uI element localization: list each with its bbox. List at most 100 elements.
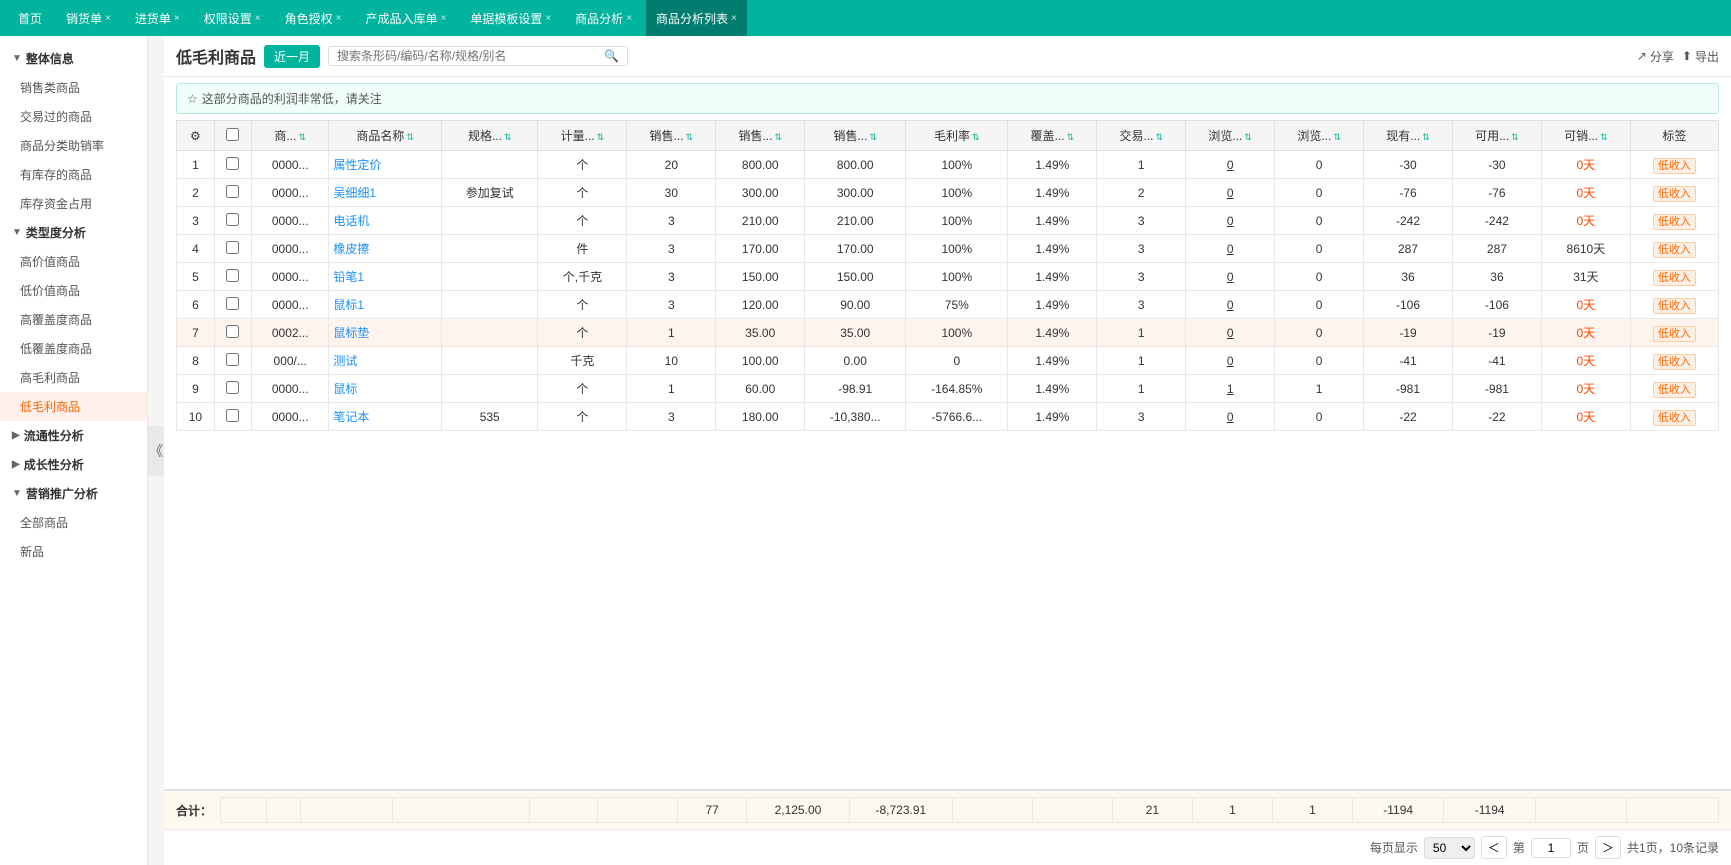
search-input[interactable] xyxy=(337,49,604,63)
col-code[interactable]: 商...⇅ xyxy=(252,121,329,151)
nav-product-analysis-list[interactable]: 商品分析列表 × xyxy=(646,0,747,36)
sidebar-item-new-products[interactable]: 新品 xyxy=(0,537,147,566)
row-view1[interactable]: 0 xyxy=(1186,291,1275,319)
sidebar-item-all-products[interactable]: 全部商品 xyxy=(0,508,147,537)
nav-purchase[interactable]: 进货单 × xyxy=(125,0,190,36)
col-view1[interactable]: 浏览...⇅ xyxy=(1186,121,1275,151)
nav-product-analysis[interactable]: 商品分析 × xyxy=(565,0,642,36)
row-view1[interactable]: 0 xyxy=(1186,263,1275,291)
nav-close-product-analysis[interactable]: × xyxy=(626,13,632,24)
sidebar-item-high-gross[interactable]: 高毛利商品 xyxy=(0,363,147,392)
sidebar-item-high-coverage[interactable]: 高覆盖度商品 xyxy=(0,305,147,334)
row-check[interactable] xyxy=(214,403,251,431)
share-button[interactable]: ↗ 分享 xyxy=(1637,48,1674,65)
row-name[interactable]: 鼠标垫 xyxy=(329,319,442,347)
sidebar-item-sales-products[interactable]: 销售类商品 xyxy=(0,73,147,102)
row-name[interactable]: 属性定价 xyxy=(329,151,442,179)
row-name[interactable]: 铅笔1 xyxy=(329,263,442,291)
sidebar-group-type-analysis[interactable]: ▼ 类型度分析 xyxy=(0,218,147,247)
sidebar-item-traded-products[interactable]: 交易过的商品 xyxy=(0,102,147,131)
nav-product-storage[interactable]: 产成品入库单 × xyxy=(355,0,456,36)
row-name[interactable]: 笔记本 xyxy=(329,403,442,431)
row-check[interactable] xyxy=(214,263,251,291)
nav-close-role[interactable]: × xyxy=(336,13,342,24)
row-check[interactable] xyxy=(214,235,251,263)
col-gross-rate[interactable]: 毛利率⇅ xyxy=(906,121,1008,151)
nav-close-product-analysis-list[interactable]: × xyxy=(731,13,737,24)
col-current[interactable]: 现有...⇅ xyxy=(1364,121,1453,151)
nav-close-product-storage[interactable]: × xyxy=(440,13,446,24)
sidebar-group-growth[interactable]: ▶ 成长性分析 xyxy=(0,450,147,479)
row-view1[interactable]: 0 xyxy=(1186,347,1275,375)
col-view2[interactable]: 浏览...⇅ xyxy=(1275,121,1364,151)
col-sale-price[interactable]: 销售...⇅ xyxy=(716,121,805,151)
col-settings[interactable]: ⚙ xyxy=(177,121,215,151)
sidebar-item-low-value[interactable]: 低价值商品 xyxy=(0,276,147,305)
row-check[interactable] xyxy=(214,207,251,235)
page-number-input[interactable] xyxy=(1531,838,1571,858)
footer-view2: 1 xyxy=(1272,798,1352,823)
col-sale-amount[interactable]: 销售...⇅ xyxy=(805,121,906,151)
row-check[interactable] xyxy=(214,319,251,347)
col-spec[interactable]: 规格...⇅ xyxy=(441,121,537,151)
sidebar-item-low-gross[interactable]: 低毛利商品 xyxy=(0,392,147,421)
nav-home[interactable]: 首页 xyxy=(8,0,52,36)
page-size-select[interactable]: 50 100 200 xyxy=(1424,837,1475,859)
row-check[interactable] xyxy=(214,291,251,319)
footer-label: 合计： xyxy=(176,802,212,819)
row-view1[interactable]: 0 xyxy=(1186,319,1275,347)
row-view1[interactable]: 0 xyxy=(1186,235,1275,263)
sidebar-item-in-stock[interactable]: 有库存的商品 xyxy=(0,160,147,189)
nav-close-template[interactable]: × xyxy=(545,13,551,24)
period-button[interactable]: 近一月 xyxy=(264,45,320,68)
row-name[interactable]: 鼠标1 xyxy=(329,291,442,319)
col-trade[interactable]: 交易...⇅ xyxy=(1097,121,1186,151)
row-view1[interactable]: 1 xyxy=(1186,375,1275,403)
row-name[interactable]: 橡皮擦 xyxy=(329,235,442,263)
row-check[interactable] xyxy=(214,151,251,179)
select-all-checkbox[interactable] xyxy=(226,128,239,141)
row-sale-amount: 150.00 xyxy=(805,263,906,291)
sidebar-item-low-coverage[interactable]: 低覆盖度商品 xyxy=(0,334,147,363)
col-saleable[interactable]: 可销...⇅ xyxy=(1541,121,1630,151)
row-view1[interactable]: 0 xyxy=(1186,179,1275,207)
col-sale-qty[interactable]: 销售...⇅ xyxy=(627,121,716,151)
sidebar-group-marketing[interactable]: ▼ 营销推广分析 xyxy=(0,479,147,508)
col-tag[interactable]: 标签 xyxy=(1630,121,1718,151)
col-name[interactable]: 商品名称⇅ xyxy=(329,121,442,151)
prev-page-button[interactable]: ＜ xyxy=(1481,836,1507,859)
row-check[interactable] xyxy=(214,347,251,375)
row-view1[interactable]: 0 xyxy=(1186,207,1275,235)
col-unit[interactable]: 计量...⇅ xyxy=(538,121,627,151)
nav-template[interactable]: 单据模板设置 × xyxy=(460,0,561,36)
sidebar-collapse-button[interactable]: 《 xyxy=(148,426,164,476)
row-view1[interactable]: 0 xyxy=(1186,403,1275,431)
nav-close-permission[interactable]: × xyxy=(255,13,261,24)
sidebar-item-high-value[interactable]: 高价值商品 xyxy=(0,247,147,276)
row-check[interactable] xyxy=(214,179,251,207)
next-page-button[interactable]: ＞ xyxy=(1595,836,1621,859)
col-available[interactable]: 可用...⇅ xyxy=(1452,121,1541,151)
sidebar-group-circulation[interactable]: ▶ 流通性分析 xyxy=(0,421,147,450)
sidebar-item-stock-capital[interactable]: 库存资金占用 xyxy=(0,189,147,218)
row-name[interactable]: 测试 xyxy=(329,347,442,375)
col-coverage[interactable]: 覆盖...⇅ xyxy=(1008,121,1097,151)
row-name[interactable]: 鼠标 xyxy=(329,375,442,403)
nav-permission[interactable]: 权限设置 × xyxy=(194,0,271,36)
row-name[interactable]: 吴细细1 xyxy=(329,179,442,207)
row-view1[interactable]: 0 xyxy=(1186,151,1275,179)
export-button[interactable]: ⬆ 导出 xyxy=(1682,48,1719,65)
nav-close-purchase[interactable]: × xyxy=(174,13,180,24)
row-name[interactable]: 电话机 xyxy=(329,207,442,235)
table-container[interactable]: ⚙ 商...⇅ 商品名称⇅ 规格...⇅ 计量...⇅ 销售...⇅ 销售...… xyxy=(164,120,1731,789)
footer-available: -1194 xyxy=(1444,798,1535,823)
row-check[interactable] xyxy=(214,375,251,403)
search-icon[interactable]: 🔍 xyxy=(604,49,619,63)
col-check[interactable] xyxy=(214,121,251,151)
nav-close-sales[interactable]: × xyxy=(105,13,111,24)
row-sale-price: 100.00 xyxy=(716,347,805,375)
nav-sales[interactable]: 销货单 × xyxy=(56,0,121,36)
nav-role[interactable]: 角色授权 × xyxy=(275,0,352,36)
sidebar-group-overall[interactable]: ▼ 整体信息 xyxy=(0,44,147,73)
sidebar-item-category-rate[interactable]: 商品分类助销率 xyxy=(0,131,147,160)
